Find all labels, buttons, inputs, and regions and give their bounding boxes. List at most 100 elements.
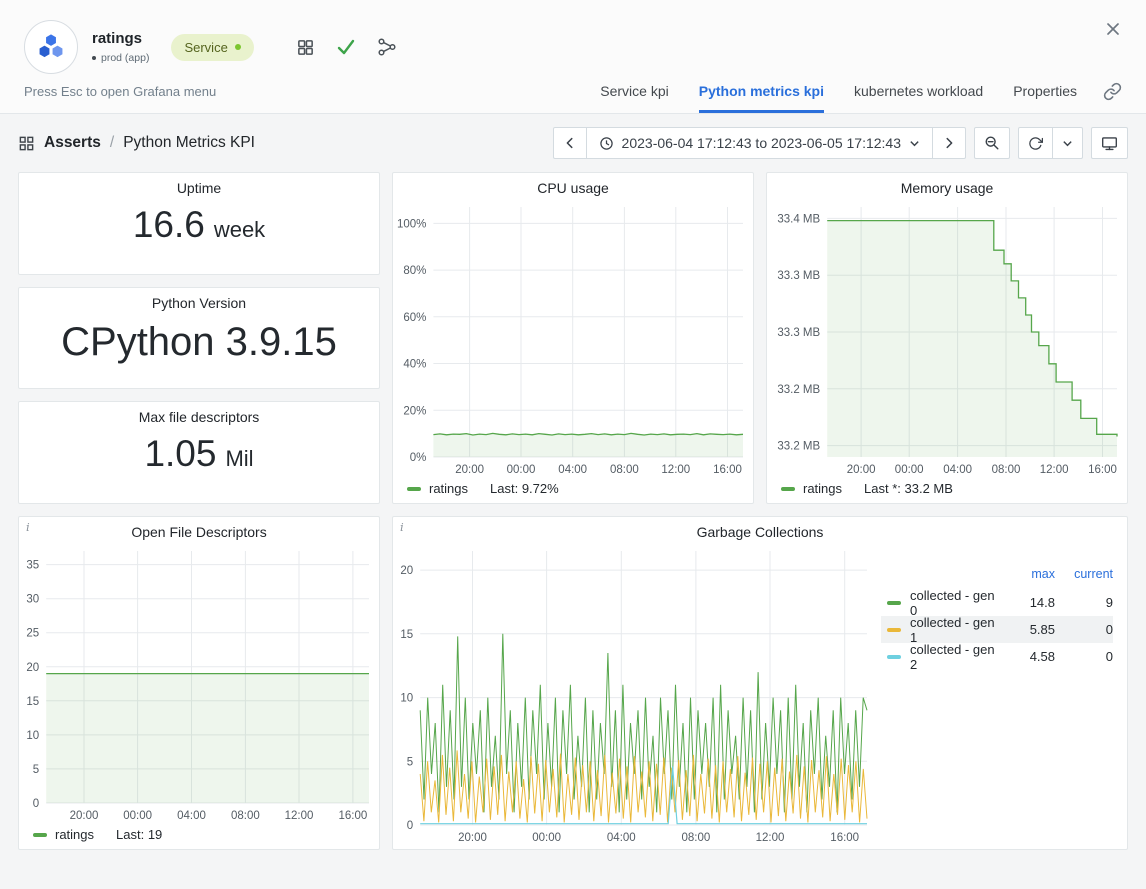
check-icon[interactable] <box>335 37 357 57</box>
svg-text:12:00: 12:00 <box>285 810 314 822</box>
stat-column: Uptime 16.6 week Python Version CPython … <box>18 172 380 504</box>
open-fd-legend: ratings Last: 19 <box>19 827 379 849</box>
cubes-logo-icon <box>36 32 66 62</box>
service-env: prod (app) <box>92 52 149 64</box>
panel-title-memory[interactable]: Memory usage <box>767 173 1127 199</box>
legend-current-value: 0 <box>1055 622 1113 637</box>
svg-text:08:00: 08:00 <box>231 810 260 822</box>
cpu-legend: ratings Last: 9.72% <box>393 481 753 503</box>
env-dot-icon <box>92 56 96 60</box>
svg-text:20:00: 20:00 <box>847 464 876 476</box>
svg-text:5: 5 <box>407 756 413 768</box>
gc-legend-row[interactable]: collected - gen 24.580 <box>881 643 1113 670</box>
breadcrumb-separator: / <box>110 134 114 152</box>
zoom-out-button[interactable] <box>974 127 1010 159</box>
legend-series-name: collected - gen 0 <box>910 588 1003 618</box>
tab-kubernetes-workload[interactable]: kubernetes workload <box>854 83 983 113</box>
header-top: ratings prod (app) Service <box>24 16 1122 78</box>
refresh-button[interactable] <box>1018 127 1053 159</box>
tab-python-metrics-kpi[interactable]: Python metrics kpi <box>699 83 824 113</box>
panel-title-open-fd[interactable]: Open File Descriptors <box>19 517 379 543</box>
tab-properties[interactable]: Properties <box>1013 83 1077 113</box>
stat-uptime: 16.6 week <box>19 199 379 274</box>
svg-text:33.2 MB: 33.2 MB <box>777 441 820 453</box>
cpu-chart[interactable]: 0%20%40%60%80%100%20:0000:0004:0008:0012… <box>393 199 753 481</box>
svg-text:08:00: 08:00 <box>610 464 639 476</box>
close-icon[interactable] <box>1104 16 1122 38</box>
svg-text:00:00: 00:00 <box>507 464 536 476</box>
svg-text:10: 10 <box>26 730 39 742</box>
panel-row-2: i Open File Descriptors 0510152025303520… <box>18 516 1128 850</box>
link-icon[interactable] <box>1103 82 1122 113</box>
breadcrumb-app[interactable]: Asserts <box>44 134 101 152</box>
legend-series-name: collected - gen 2 <box>910 642 1003 672</box>
svg-text:100%: 100% <box>397 218 426 230</box>
series-marker-icon <box>887 655 901 659</box>
svg-text:00:00: 00:00 <box>532 832 561 844</box>
svg-text:33.3 MB: 33.3 MB <box>777 327 820 339</box>
service-type-badge[interactable]: Service <box>171 34 253 61</box>
status-dot-icon <box>235 44 241 50</box>
legend-current-value: 0 <box>1055 649 1113 664</box>
panel-title-max-fd[interactable]: Max file descriptors <box>19 402 379 428</box>
legend-series-name: ratings <box>429 481 468 496</box>
time-back-button[interactable] <box>553 127 587 159</box>
info-icon[interactable]: i <box>400 520 404 534</box>
time-range-picker[interactable]: 2023-06-04 17:12:43 to 2023-06-05 17:12:… <box>586 127 933 159</box>
refresh-interval-caret[interactable] <box>1052 127 1083 159</box>
svg-text:15: 15 <box>400 629 413 641</box>
topology-icon[interactable] <box>377 37 397 57</box>
memory-chart[interactable]: 33.4 MB33.3 MB33.3 MB33.2 MB33.2 MB20:00… <box>767 199 1127 481</box>
dashboard-icon[interactable] <box>296 38 315 57</box>
series-marker-icon <box>887 601 901 605</box>
tab-service-kpi[interactable]: Service kpi <box>600 83 668 113</box>
svg-text:10: 10 <box>400 693 413 705</box>
gc-legend-header: max current <box>881 567 1113 581</box>
legend-item[interactable]: ratings Last: 19 <box>33 827 162 842</box>
svg-text:20%: 20% <box>403 405 426 417</box>
stat-unit: Mil <box>225 446 253 472</box>
tv-mode-button[interactable] <box>1091 127 1128 159</box>
panel-title-cpu[interactable]: CPU usage <box>393 173 753 199</box>
panel-title-uptime[interactable]: Uptime <box>19 173 379 199</box>
svg-text:08:00: 08:00 <box>682 832 711 844</box>
svg-text:00:00: 00:00 <box>123 810 152 822</box>
open-fd-chart[interactable]: 0510152025303520:0000:0004:0008:0012:001… <box>19 543 379 827</box>
series-marker-icon <box>407 487 421 491</box>
svg-text:33.4 MB: 33.4 MB <box>777 213 820 225</box>
stat-value: CPython 3.9.15 <box>61 314 337 370</box>
svg-text:0: 0 <box>33 798 39 810</box>
legend-series-name: collected - gen 1 <box>910 615 1003 645</box>
gc-legend-row[interactable]: collected - gen 15.850 <box>881 616 1113 643</box>
panel-python-version: Python Version CPython 3.9.15 <box>18 287 380 390</box>
svg-text:12:00: 12:00 <box>756 832 785 844</box>
legend-header-max[interactable]: max <box>1003 567 1055 581</box>
svg-text:80%: 80% <box>403 265 426 277</box>
stat-max-fd: 1.05 Mil <box>19 428 379 503</box>
info-icon[interactable]: i <box>26 520 30 534</box>
svg-text:60%: 60% <box>403 312 426 324</box>
service-env-label: prod (app) <box>101 52 149 64</box>
svg-text:20:00: 20:00 <box>458 832 487 844</box>
header-actions <box>296 37 397 57</box>
time-forward-button[interactable] <box>932 127 966 159</box>
svg-text:30: 30 <box>26 594 39 606</box>
panel-title-gc[interactable]: Garbage Collections <box>393 517 1127 543</box>
legend-series-value: Last: 9.72% <box>490 481 559 496</box>
gc-legend-row[interactable]: collected - gen 014.89 <box>881 589 1113 616</box>
svg-text:40%: 40% <box>403 359 426 371</box>
svg-text:15: 15 <box>26 696 39 708</box>
panel-max-file-descriptors: Max file descriptors 1.05 Mil <box>18 401 380 504</box>
legend-item[interactable]: ratings Last *: 33.2 MB <box>781 481 953 496</box>
panel-title-python-version[interactable]: Python Version <box>19 288 379 314</box>
apps-grid-icon[interactable] <box>18 135 35 152</box>
caret-down-icon <box>1062 138 1073 149</box>
app-header: ratings prod (app) Service <box>0 0 1146 114</box>
panel-row-1: Uptime 16.6 week Python Version CPython … <box>18 172 1128 504</box>
svg-text:35: 35 <box>26 560 39 572</box>
gc-chart[interactable]: 0510152020:0000:0004:0008:0012:0016:00 <box>393 543 877 849</box>
legend-header-current[interactable]: current <box>1055 567 1113 581</box>
legend-series-value: Last *: 33.2 MB <box>864 481 953 496</box>
legend-series-name: ratings <box>803 481 842 496</box>
legend-item[interactable]: ratings Last: 9.72% <box>407 481 559 496</box>
